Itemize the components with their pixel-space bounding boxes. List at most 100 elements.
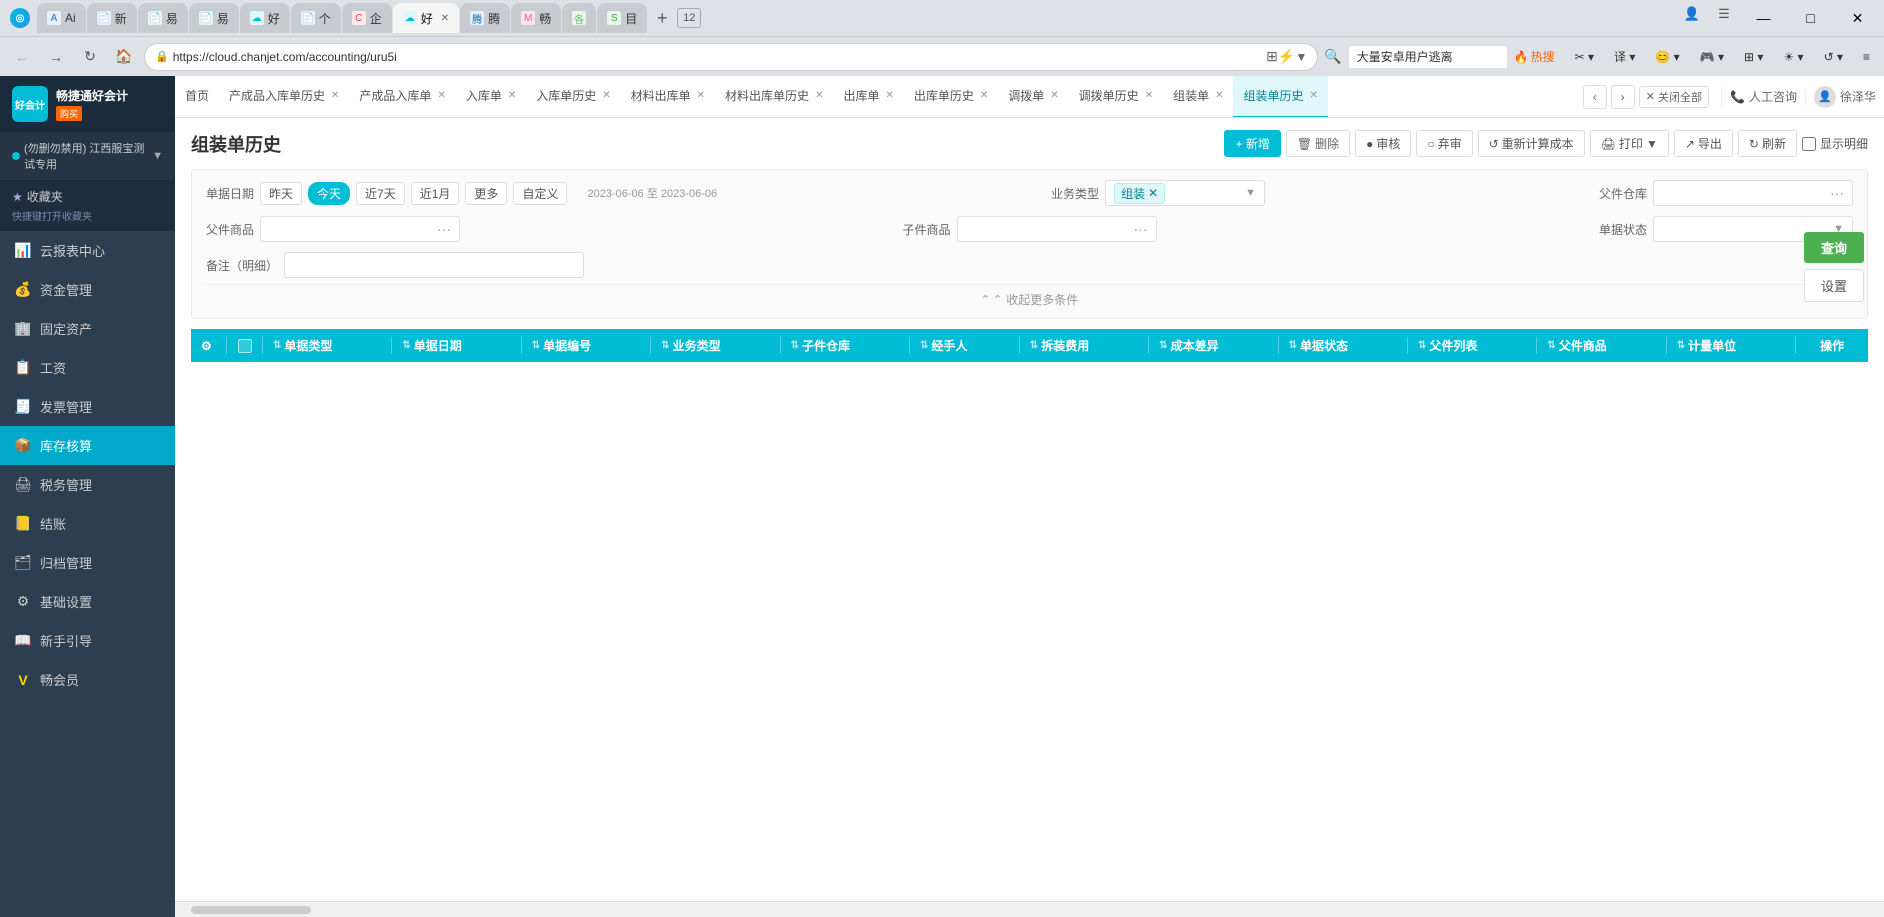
nav-tab-prod-in-hist[interactable]: 产成品入库单历史 ✕ [219, 76, 349, 117]
browser-tab-yi1[interactable]: 📄 易 [138, 3, 188, 33]
nav-tab-close-assemble[interactable]: ✕ [1215, 90, 1223, 101]
th-parent-goods[interactable]: ⇅ 父件商品 [1537, 329, 1666, 362]
th-cost-diff[interactable]: ⇅ 成本差异 [1149, 329, 1278, 362]
th-order-no[interactable]: ⇅ 单据编号 [522, 329, 651, 362]
logo-badge[interactable]: 购买 [56, 106, 82, 121]
browser-tab-ge2[interactable]: 各 [562, 3, 596, 33]
nav-scroll-right[interactable]: › [1611, 85, 1635, 109]
sidebar-item-guide[interactable]: 📖 新手引导 [0, 621, 175, 660]
th-settings[interactable]: ⚙ [191, 329, 227, 362]
th-child-warehouse[interactable]: ⇅ 子件仓库 [781, 329, 910, 362]
nav-tab-mat-out-hist[interactable]: 材料出库单历史 ✕ [715, 76, 833, 117]
new-tab-button[interactable]: + [648, 4, 676, 32]
nav-tab-close-assemble-hist[interactable]: ✕ [1310, 90, 1318, 101]
consult-label[interactable]: 人工咨询 [1749, 88, 1797, 105]
export-btn[interactable]: ↗ 导出 [1674, 130, 1733, 157]
th-biz-type[interactable]: ⇅ 业务类型 [651, 329, 780, 362]
nav-tab-transfer-hist[interactable]: 调拨单历史 ✕ [1069, 76, 1163, 117]
sidebar-item-tax[interactable]: 🖨 税务管理 [0, 465, 175, 504]
profile-icon[interactable]: 👤 [1677, 0, 1707, 28]
nav-tab-close-in-order[interactable]: ✕ [508, 90, 516, 101]
tab-count-badge[interactable]: 12 [677, 8, 701, 28]
nav-tab-out-order[interactable]: 出库单 ✕ [833, 76, 903, 117]
browser-tab-teng[interactable]: 腾 腾 [460, 3, 510, 33]
th-order-status[interactable]: ⇅ 单据状态 [1279, 329, 1408, 362]
th-checkbox[interactable] [227, 329, 263, 362]
settings-icon[interactable]: ☰ [1709, 0, 1739, 28]
company-selector[interactable]: (勿删勿禁用) 江西服宝测试专用 ▼ [0, 132, 175, 180]
history-tool[interactable]: ↺ ▾ [1818, 48, 1849, 66]
sidebar-item-fund[interactable]: 💰 资金管理 [0, 270, 175, 309]
date-btn-7days[interactable]: 近7天 [356, 182, 405, 205]
browser-tab-new[interactable]: 📄 新 [87, 3, 137, 33]
date-btn-yesterday[interactable]: 昨天 [260, 182, 302, 205]
th-order-type[interactable]: ⇅ 单据类型 [263, 329, 392, 362]
refresh-btn[interactable]: ↻ 刷新 [1738, 130, 1797, 157]
biz-type-input[interactable]: 组装 ✕ ▼ [1105, 180, 1265, 206]
sun-tool[interactable]: ☀ ▾ [1777, 48, 1809, 66]
abandon-btn[interactable]: ○ 弃审 [1416, 130, 1472, 157]
select-all-checkbox[interactable] [238, 339, 252, 353]
delete-btn[interactable]: 🗑 删除 [1286, 130, 1350, 157]
sidebar-item-payroll[interactable]: 📋 工资 [0, 348, 175, 387]
minimize-button[interactable]: — [1741, 0, 1786, 36]
scissors-tool[interactable]: ✂ ▾ [1569, 48, 1600, 66]
th-order-date[interactable]: ⇅ 单据日期 [392, 329, 521, 362]
collapse-btn[interactable]: ⌃ ⌃ 收起更多条件 [206, 284, 1853, 308]
nav-tab-mat-out[interactable]: 材料出库单 ✕ [621, 76, 715, 117]
recalc-btn[interactable]: ↺ 重新计算成本 [1478, 130, 1585, 157]
nav-tab-close-prod-in-hist[interactable]: ✕ [331, 90, 339, 101]
date-btn-more[interactable]: 更多 [465, 182, 507, 205]
nav-tab-transfer[interactable]: 调拨单 ✕ [998, 76, 1068, 117]
browser-tab-yi2[interactable]: 📄 易 [189, 3, 239, 33]
print-btn[interactable]: 🖨 打印 ▼ [1590, 130, 1669, 157]
date-btn-1month[interactable]: 近1月 [411, 182, 460, 205]
child-goods-input[interactable]: ··· [957, 216, 1157, 242]
browser-tab-enterprise[interactable]: C 企 [342, 3, 392, 33]
query-button[interactable]: 查询 [1804, 232, 1864, 263]
nav-tab-out-hist[interactable]: 出库单历史 ✕ [904, 76, 998, 117]
date-btn-today[interactable]: 今天 [308, 182, 350, 205]
audit-btn[interactable]: ● 审核 [1355, 130, 1411, 157]
table-settings-icon[interactable]: ⚙ [201, 339, 212, 353]
tab-close-icon[interactable]: ✕ [441, 13, 449, 24]
sidebar-item-fixed[interactable]: 🏢 固定资产 [0, 309, 175, 348]
browser-tab-mu[interactable]: S 目 [597, 3, 647, 33]
forward-button[interactable]: → [42, 43, 70, 71]
parent-goods-input[interactable]: ··· [260, 216, 460, 242]
nav-tab-prod-in[interactable]: 产成品入库单 ✕ [349, 76, 455, 117]
nav-tab-close-out-hist[interactable]: ✕ [980, 90, 988, 101]
new-btn[interactable]: + 新增 [1224, 130, 1280, 157]
settings-button[interactable]: 设置 [1804, 269, 1864, 302]
nav-tab-close-in-hist[interactable]: ✕ [602, 90, 610, 101]
game-tool[interactable]: 🎮 ▾ [1694, 48, 1730, 66]
sidebar-item-settings[interactable]: ⚙ 基础设置 [0, 582, 175, 621]
th-handler[interactable]: ⇅ 经手人 [910, 329, 1020, 362]
browser-tab-ge[interactable]: 📄 个 [291, 3, 341, 33]
close-button[interactable]: ✕ [1835, 0, 1880, 36]
grid-tool[interactable]: ⊞ ▾ [1738, 48, 1769, 66]
nav-tab-close-mat-out-hist[interactable]: ✕ [815, 90, 823, 101]
nav-tab-assemble-hist[interactable]: 组装单历史 ✕ [1233, 76, 1327, 117]
nav-tab-home[interactable]: 首页 [175, 76, 219, 117]
th-parent-list[interactable]: ⇅ 父件列表 [1408, 329, 1537, 362]
sidebar-item-checkout[interactable]: 📒 结账 [0, 504, 175, 543]
browser-tab-hao2[interactable]: ☁ 好 ✕ [393, 3, 459, 33]
sidebar-item-inventory[interactable]: 📦 库存核算 [0, 426, 175, 465]
biz-type-tag-close[interactable]: ✕ [1148, 186, 1158, 200]
sidebar-item-archive[interactable]: 🗂 归档管理 [0, 543, 175, 582]
parent-warehouse-input[interactable]: ··· [1653, 180, 1853, 206]
dropdown-icon[interactable]: ▼ [1295, 50, 1307, 64]
emoji-tool[interactable]: 😊 ▾ [1649, 48, 1685, 66]
remark-input[interactable] [284, 252, 584, 278]
sidebar-item-member[interactable]: V 畅会员 [0, 660, 175, 699]
hot-search-label[interactable]: 🔥 热搜 [1514, 48, 1555, 65]
refresh-browser-button[interactable]: ↻ [76, 43, 104, 71]
nav-tab-close-prod-in[interactable]: ✕ [437, 90, 445, 101]
back-button[interactable]: ← [8, 43, 36, 71]
horizontal-scrollbar[interactable] [191, 906, 311, 914]
nav-tab-close-transfer-hist[interactable]: ✕ [1145, 90, 1153, 101]
date-btn-custom[interactable]: 自定义 [513, 182, 567, 205]
nav-tab-assemble[interactable]: 组装单 ✕ [1163, 76, 1233, 117]
home-button[interactable]: 🏠 [110, 43, 138, 71]
